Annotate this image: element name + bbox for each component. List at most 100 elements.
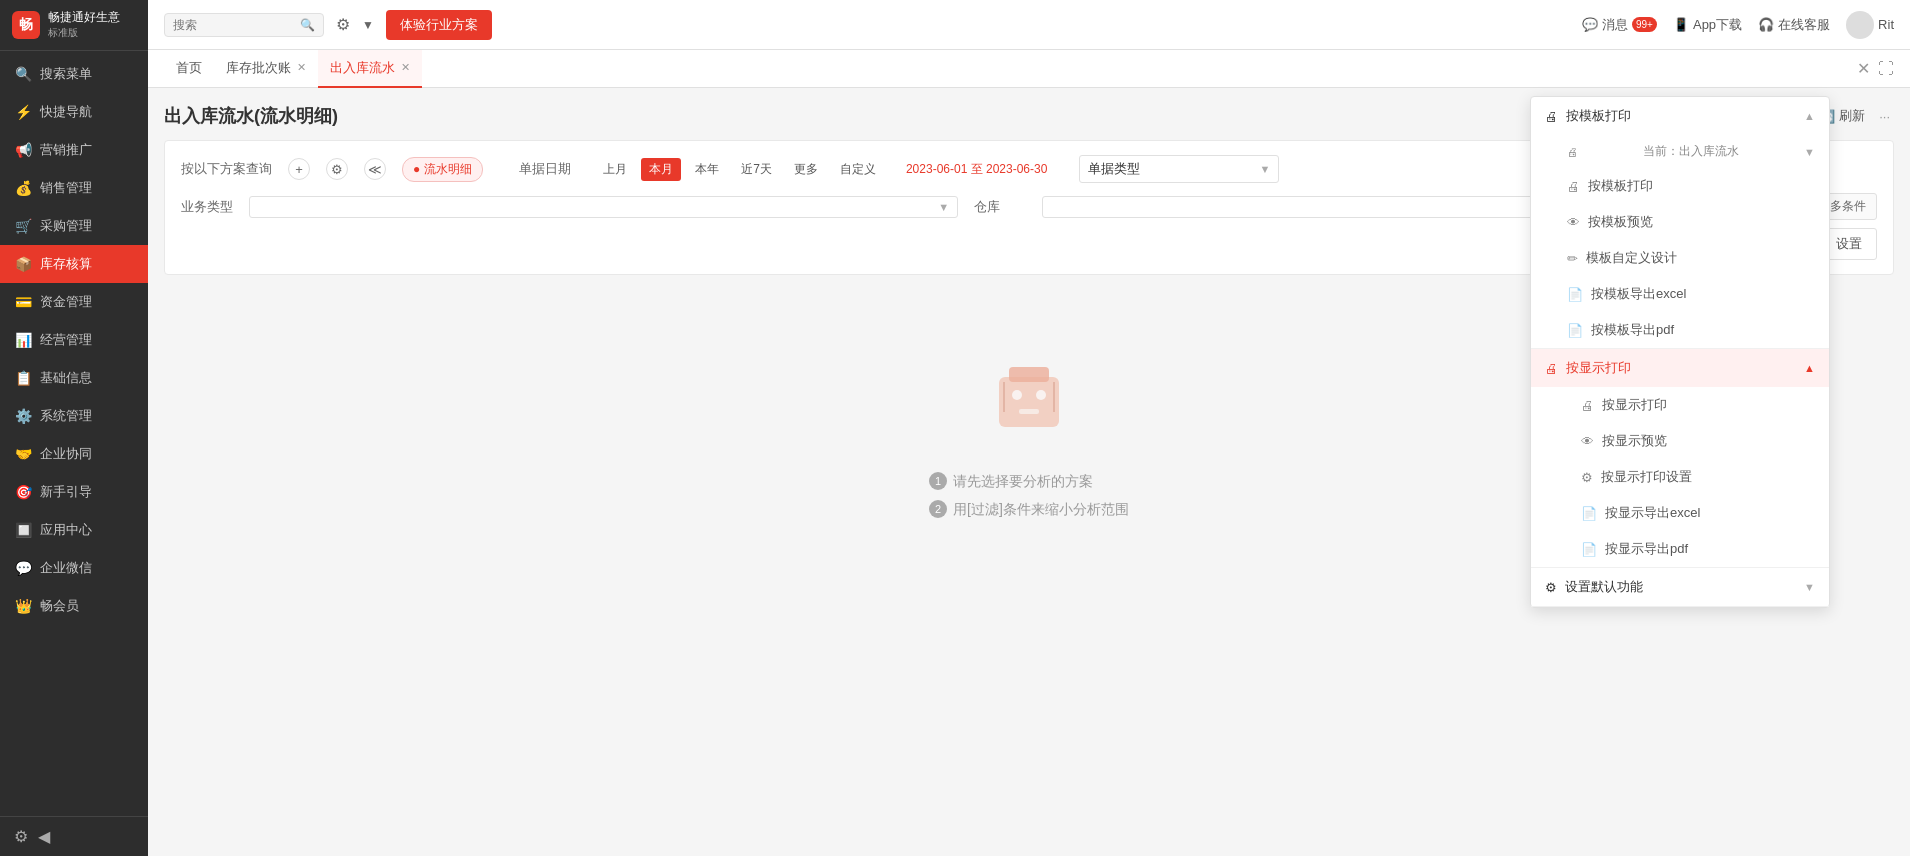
current-chevron: ▼	[1804, 146, 1815, 158]
selected-filter-label: 流水明细	[424, 161, 472, 178]
tab-close-batch-ledger[interactable]: ✕	[297, 61, 306, 74]
app-download-item[interactable]: 📱 App下载	[1673, 16, 1742, 34]
tab-batch-ledger[interactable]: 库存批次账✕	[214, 50, 318, 88]
template-print-title: 按模板打印	[1566, 107, 1631, 125]
date-tag-近7天[interactable]: 近7天	[733, 158, 780, 181]
window-controls: ✕ ⛶	[1857, 59, 1894, 78]
sidebar-item-finance[interactable]: 💳资金管理	[0, 283, 148, 321]
sidebar-bottom: ⚙ ◀	[0, 816, 148, 856]
doc-type-select[interactable]: 单据类型 ▼	[1079, 155, 1279, 183]
dropdown-item-template-export-excel[interactable]: 📄 按模板导出excel	[1531, 276, 1829, 312]
wechat-icon: 💬	[14, 559, 32, 577]
business-type-input[interactable]: ▼	[249, 196, 958, 218]
topbar: 🔍 ⚙ ▼ 体验行业方案 💬 消息 99+ 📱 App下载 🎧 在线客服 Rit	[148, 0, 1910, 50]
sidebar-item-member[interactable]: 👑畅会员	[0, 587, 148, 625]
operations-icon: 📊	[14, 331, 32, 349]
date-tag-本年[interactable]: 本年	[687, 158, 727, 181]
sidebar-item-inventory[interactable]: 📦库存核算	[0, 245, 148, 283]
search-icon: 🔍	[300, 18, 315, 32]
online-service-item[interactable]: 🎧 在线客服	[1758, 16, 1830, 34]
sidebar-item-purchase[interactable]: 🛒采购管理	[0, 207, 148, 245]
sidebar-item-shortcut[interactable]: ⚡快捷导航	[0, 93, 148, 131]
display-export-excel-icon: 📄	[1581, 506, 1597, 521]
refresh-label: 刷新	[1839, 107, 1865, 125]
doc-type-chevron: ▼	[1259, 163, 1270, 175]
dropdown-item-template-preview[interactable]: 👁 按模板预览	[1531, 204, 1829, 240]
dropdown-item-display-preview[interactable]: 👁 按显示预览	[1531, 423, 1829, 459]
page-title: 出入库流水(流水明细)	[164, 104, 338, 128]
sidebar-nav: 🔍搜索菜单⚡快捷导航📢营销推广💰销售管理🛒采购管理📦库存核算💳资金管理 📊 经营管理…	[0, 51, 148, 816]
svg-rect-1	[1009, 367, 1049, 382]
default-section-title: 设置默认功能	[1565, 578, 1643, 596]
settings-icon[interactable]: ⚙	[14, 827, 28, 846]
date-tag-上月[interactable]: 上月	[595, 158, 635, 181]
filter-collapse-icon[interactable]: ≪	[364, 158, 386, 180]
tab-close-inout-flow[interactable]: ✕	[401, 61, 410, 74]
sidebar-item-wechat[interactable]: 💬 企业微信	[0, 549, 148, 587]
sidebar-item-operations[interactable]: 📊 经营管理	[0, 321, 148, 359]
headset-icon: 🎧	[1758, 17, 1774, 32]
sales-label: 销售管理	[40, 179, 92, 197]
tab-home[interactable]: 首页	[164, 50, 214, 88]
wechat-label: 企业微信	[40, 559, 92, 577]
search-icon: 🔍	[14, 65, 32, 83]
maximize-icon[interactable]: ⛶	[1878, 60, 1894, 78]
dropdown-item-template-print[interactable]: 🖨 按模板打印	[1531, 168, 1829, 204]
dropdown-item-display-export-pdf[interactable]: 📄 按显示导出pdf	[1531, 531, 1829, 567]
purchase-label: 采购管理	[40, 217, 92, 235]
template-customize-label: 模板自定义设计	[1586, 249, 1677, 267]
display-preview-label: 按显示预览	[1602, 432, 1667, 450]
dropdown-item-template-customize[interactable]: ✏ 模板自定义设计	[1531, 240, 1829, 276]
sidebar-item-sales[interactable]: 💰销售管理	[0, 169, 148, 207]
tab-inout-flow[interactable]: 出入库流水✕	[318, 50, 422, 88]
phone-icon: 📱	[1673, 17, 1689, 32]
date-filter-tags: 上月本月本年近7天更多自定义	[595, 158, 884, 181]
dropdown-item-display-export-excel[interactable]: 📄 按显示导出excel	[1531, 495, 1829, 531]
sidebar-item-cooperation[interactable]: 🤝企业协同	[0, 435, 148, 473]
empty-step-2: 2 用[过滤]条件来缩小分析范围	[929, 495, 1129, 523]
close-window-icon[interactable]: ✕	[1857, 59, 1870, 78]
industry-solution-button[interactable]: 体验行业方案	[386, 10, 492, 40]
sidebar-item-appcenter[interactable]: 🔲应用中心	[0, 511, 148, 549]
dropdown-item-display-print[interactable]: 🖨 按显示打印	[1531, 387, 1829, 423]
dropdown-item-display-print-settings[interactable]: ⚙ 按显示打印设置	[1531, 459, 1829, 495]
tab-label-home: 首页	[176, 59, 202, 77]
cooperation-label: 企业协同	[40, 445, 92, 463]
operations-label: 经营管理	[40, 331, 92, 349]
add-filter-button[interactable]: +	[288, 158, 310, 180]
tabs-container: 首页库存批次账✕出入库流水✕	[164, 50, 422, 88]
newbie-label: 新手引导	[40, 483, 92, 501]
selected-filter-tag[interactable]: ● 流水明细	[402, 157, 483, 182]
default-section-header[interactable]: ⚙ 设置默认功能 ▼	[1531, 568, 1829, 606]
topbar-dropdown-icon[interactable]: ▼	[362, 18, 374, 32]
template-customize-icon: ✏	[1567, 251, 1578, 266]
svg-point-3	[1036, 390, 1046, 400]
collapse-icon[interactable]: ◀	[38, 827, 50, 846]
date-tag-本月[interactable]: 本月	[641, 158, 681, 181]
messages-item[interactable]: 💬 消息 99+	[1582, 16, 1657, 34]
template-print-header[interactable]: 🖨 按模板打印 ▲	[1531, 97, 1829, 135]
empty-step-1: 1 请先选择要分析的方案	[929, 467, 1129, 495]
filter-settings-icon[interactable]: ⚙	[326, 158, 348, 180]
date-tag-更多[interactable]: 更多	[786, 158, 826, 181]
sidebar-item-system[interactable]: ⚙️系统管理	[0, 397, 148, 435]
date-tag-自定义[interactable]: 自定义	[832, 158, 884, 181]
sidebar-item-newbie[interactable]: 🎯新手引导	[0, 473, 148, 511]
search-input[interactable]	[173, 18, 300, 32]
business-type-chevron: ▼	[938, 201, 949, 213]
topbar-search-box[interactable]: 🔍	[164, 13, 324, 37]
sidebar-item-basic[interactable]: 📋基础信息	[0, 359, 148, 397]
business-type-field: 业务类型 ▼	[181, 196, 958, 218]
sidebar-item-marketing[interactable]: 📢营销推广	[0, 131, 148, 169]
inventory-icon: 📦	[14, 255, 32, 273]
topbar-gear-icon[interactable]: ⚙	[336, 15, 350, 34]
template-preview-icon: 👁	[1567, 215, 1580, 230]
user-avatar-item[interactable]: Rit	[1846, 11, 1894, 39]
display-print-header[interactable]: 🖨 按显示打印 ▲	[1531, 349, 1829, 387]
template-export-excel-label: 按模板导出excel	[1591, 285, 1686, 303]
dropdown-item-template-export-pdf[interactable]: 📄 按模板导出pdf	[1531, 312, 1829, 348]
online-service-label: 在线客服	[1778, 16, 1830, 34]
sidebar-item-search[interactable]: 🔍搜索菜单	[0, 55, 148, 93]
display-export-pdf-icon: 📄	[1581, 542, 1597, 557]
shortcut-icon: ⚡	[14, 103, 32, 121]
